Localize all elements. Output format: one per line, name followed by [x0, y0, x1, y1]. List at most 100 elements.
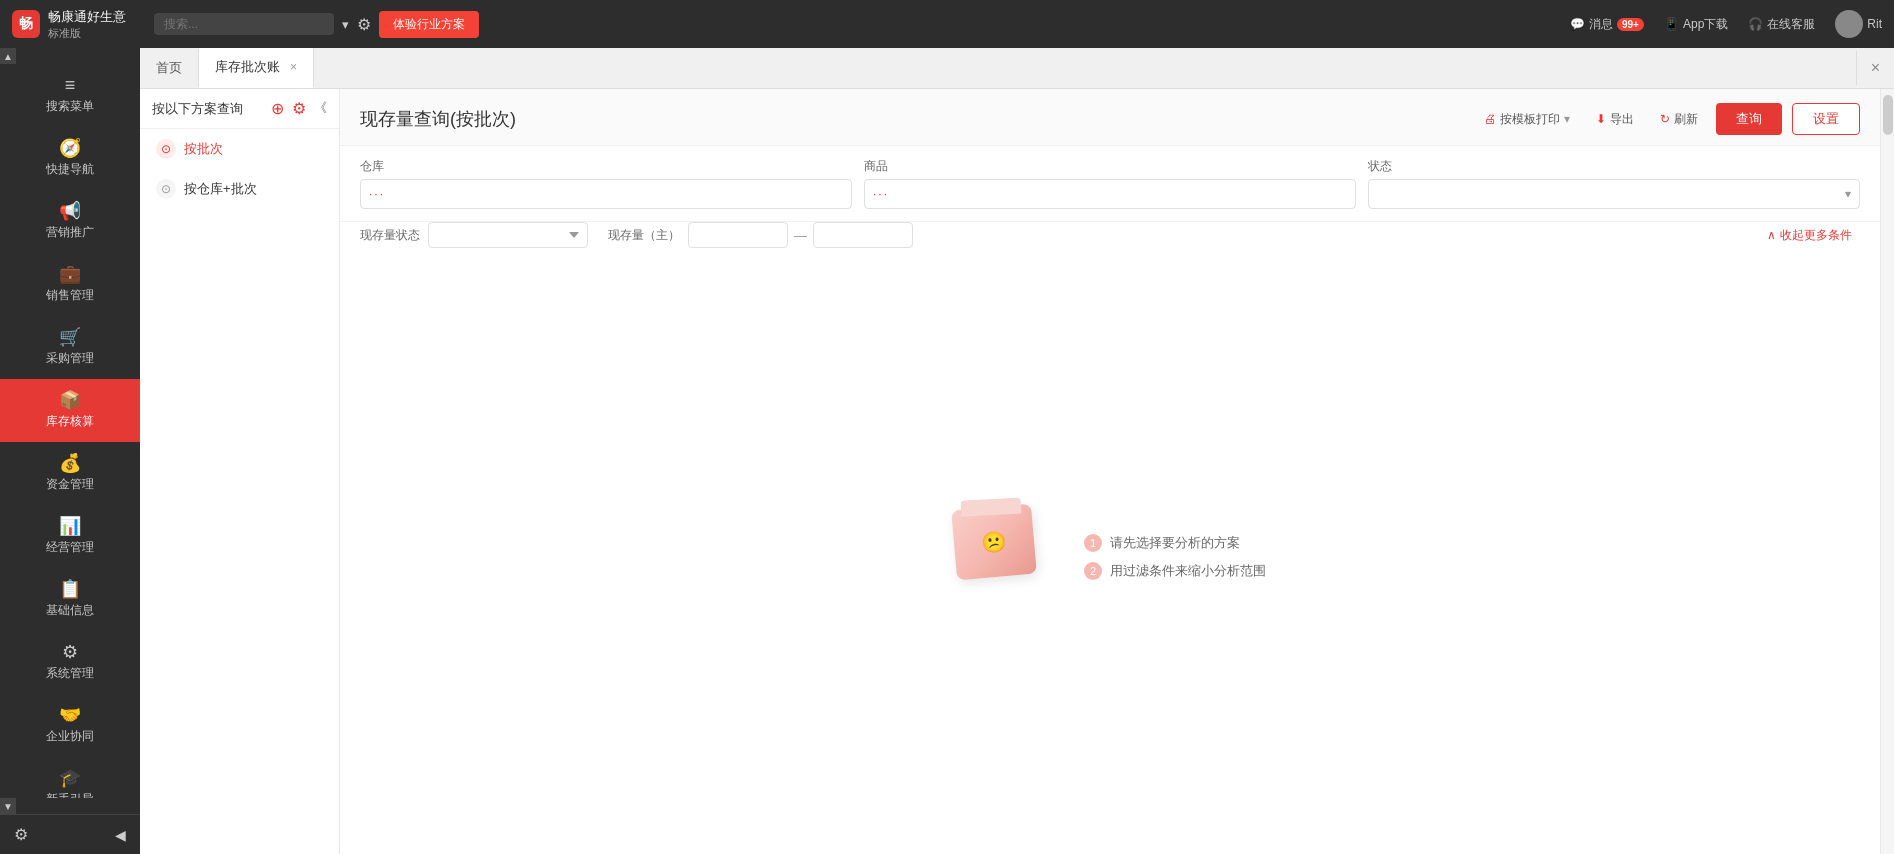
sidebar-label-5: 库存核算	[46, 413, 94, 430]
sidebar-item-3[interactable]: 💼 销售管理	[0, 253, 140, 316]
tab-home[interactable]: 首页	[140, 49, 199, 87]
sidebar: ▲ ≡ 搜索菜单 🧭 快捷导航 📢 营销推广 💼 销售管理 🛒 采购管理 📦 库…	[0, 48, 140, 854]
print-label: 按模板打印	[1500, 111, 1560, 128]
product-input[interactable]: ···	[864, 179, 1356, 209]
online-service-item[interactable]: 🎧 在线客服	[1748, 16, 1815, 33]
collapse-up-icon: ∧	[1767, 228, 1776, 242]
export-label: 导出	[1610, 111, 1634, 128]
status-input[interactable]: ▾	[1368, 179, 1860, 209]
product-dots: ···	[873, 187, 889, 201]
search-dropdown-icon[interactable]: ▾	[342, 17, 349, 32]
home-tab-label: 首页	[156, 59, 182, 77]
page-header-actions: 🖨 按模板打印 ▾ ⬇ 导出 ↻ 刷新 查询 设置	[1476, 103, 1860, 135]
stock-status-select[interactable]	[428, 222, 588, 248]
status-label: 状态	[1368, 158, 1860, 175]
sidebar-item-10[interactable]: 🤝 企业协同	[0, 694, 140, 757]
refresh-btn[interactable]: ↻ 刷新	[1652, 107, 1706, 132]
filter-panel-title: 按以下方案查询	[152, 100, 243, 118]
close-panel-btn[interactable]: ×	[1856, 51, 1894, 85]
settings-gear-icon[interactable]: ⚙	[357, 15, 371, 34]
top-bar-right: 💬 消息 99+ 📱 App下载 🎧 在线客服 Rit	[1570, 10, 1882, 38]
sidebar-scroll-area: ≡ 搜索菜单 🧭 快捷导航 📢 营销推广 💼 销售管理 🛒 采购管理 📦 库存核…	[0, 64, 140, 798]
settings-button[interactable]: 设置	[1792, 103, 1860, 135]
filter-settings-icon[interactable]: ⚙	[292, 99, 306, 118]
filter-item-label-0: 按批次	[184, 140, 223, 158]
sidebar-bottom-settings-icon[interactable]: ⚙	[14, 825, 28, 844]
tip-num-2: 2	[1084, 562, 1102, 580]
app-title: 畅康通好生意	[48, 8, 126, 26]
page-content: 按以下方案查询 ⊕ ⚙ 《 ⊙ 按批次 ⊙ 按仓库+批次 现存	[140, 89, 1894, 854]
filter-panel: 按以下方案查询 ⊕ ⚙ 《 ⊙ 按批次 ⊙ 按仓库+批次	[140, 89, 340, 854]
stock-qty-dash: —	[794, 228, 807, 243]
sidebar-item-9[interactable]: ⚙ 系统管理	[0, 631, 140, 694]
empty-tip-2: 2 用过滤条件来缩小分析范围	[1084, 562, 1266, 580]
filter-panel-icons: ⊕ ⚙ 《	[271, 99, 327, 118]
sidebar-label-6: 资金管理	[46, 476, 94, 493]
status-field: 状态 ▾	[1368, 158, 1860, 209]
sidebar-item-4[interactable]: 🛒 采购管理	[0, 316, 140, 379]
stock-status-label: 现存量状态	[360, 227, 420, 244]
warehouse-field: 仓库 ···	[360, 158, 852, 209]
refresh-label: 刷新	[1674, 111, 1698, 128]
filter-item-0[interactable]: ⊙ 按批次	[140, 129, 339, 169]
sidebar-item-2[interactable]: 📢 营销推广	[0, 190, 140, 253]
sidebar-item-5[interactable]: 📦 库存核算	[0, 379, 140, 442]
user-avatar	[1835, 10, 1863, 38]
sidebar-item-7[interactable]: 📊 经营管理	[0, 505, 140, 568]
tab-inventory-batch[interactable]: 库存批次账 ×	[199, 48, 314, 88]
filter-items-container: ⊙ 按批次 ⊙ 按仓库+批次	[140, 129, 339, 209]
stock-qty-max-input[interactable]	[813, 222, 913, 248]
messages-item[interactable]: 💬 消息 99+	[1570, 16, 1644, 33]
export-btn[interactable]: ⬇ 导出	[1588, 107, 1642, 132]
sidebar-icon-11: 🎓	[59, 769, 81, 787]
sidebar-item-1[interactable]: 🧭 快捷导航	[0, 127, 140, 190]
messages-badge: 99+	[1617, 18, 1644, 31]
stock-qty-field: 现存量（主） —	[608, 222, 913, 248]
query-button[interactable]: 查询	[1716, 103, 1782, 135]
empty-icon	[954, 507, 1054, 607]
filter-collapse-icon[interactable]: 《	[314, 99, 327, 118]
messages-label: 消息	[1589, 16, 1613, 33]
online-service-label: 在线客服	[1767, 16, 1815, 33]
sidebar-icon-3: 💼	[59, 265, 81, 283]
refresh-icon: ↻	[1660, 112, 1670, 126]
top-bar: 畅 畅康通好生意 标准版 ▾ ⚙ 体验行业方案 💬 消息 99+ 📱 App下载…	[0, 0, 1894, 48]
stock-qty-range: —	[688, 222, 913, 248]
sidebar-label-1: 快捷导航	[46, 161, 94, 178]
message-icon: 💬	[1570, 17, 1585, 31]
empty-state: 1 请先选择要分析的方案 2 用过滤条件来缩小分析范围	[340, 260, 1880, 854]
scrollbar-thumb[interactable]	[1883, 95, 1893, 135]
sidebar-label-9: 系统管理	[46, 665, 94, 682]
collapse-more-label: 收起更多条件	[1780, 227, 1852, 244]
top-search-input[interactable]	[154, 13, 334, 35]
app-subtitle: 标准版	[48, 26, 126, 41]
page-header: 现存量查询(按批次) 🖨 按模板打印 ▾ ⬇ 导出 ↻	[340, 89, 1880, 146]
print-dropdown-icon[interactable]: ▾	[1564, 112, 1570, 126]
sidebar-label-2: 营销推广	[46, 224, 94, 241]
print-btn[interactable]: 🖨 按模板打印 ▾	[1476, 107, 1578, 132]
sidebar-item-0[interactable]: ≡ 搜索菜单	[0, 64, 140, 127]
warehouse-input[interactable]: ···	[360, 179, 852, 209]
sidebar-item-6[interactable]: 💰 资金管理	[0, 442, 140, 505]
user-profile[interactable]: Rit	[1835, 10, 1882, 38]
sidebar-item-11[interactable]: 🎓 新手引导	[0, 757, 140, 798]
product-label: 商品	[864, 158, 1356, 175]
phone-icon: 📱	[1664, 17, 1679, 31]
stock-qty-min-input[interactable]	[688, 222, 788, 248]
filter-item-1[interactable]: ⊙ 按仓库+批次	[140, 169, 339, 209]
sidebar-scroll-down[interactable]: ▼	[0, 798, 16, 814]
app-download-item[interactable]: 📱 App下载	[1664, 16, 1728, 33]
collapse-more-btn[interactable]: ∧ 收起更多条件	[1759, 223, 1860, 248]
sidebar-collapse-icon[interactable]: ◀	[115, 827, 126, 843]
sidebar-icon-7: 📊	[59, 517, 81, 535]
sidebar-scroll-up[interactable]: ▲	[0, 48, 16, 64]
warehouse-dots: ···	[369, 187, 385, 201]
sidebar-label-8: 基础信息	[46, 602, 94, 619]
sidebar-label-0: 搜索菜单	[46, 98, 94, 115]
experience-btn[interactable]: 体验行业方案	[379, 11, 479, 38]
sidebar-icon-9: ⚙	[62, 643, 78, 661]
sidebar-item-8[interactable]: 📋 基础信息	[0, 568, 140, 631]
tab-close-icon[interactable]: ×	[290, 60, 297, 74]
empty-tip-1: 1 请先选择要分析的方案	[1084, 534, 1266, 552]
filter-add-icon[interactable]: ⊕	[271, 99, 284, 118]
